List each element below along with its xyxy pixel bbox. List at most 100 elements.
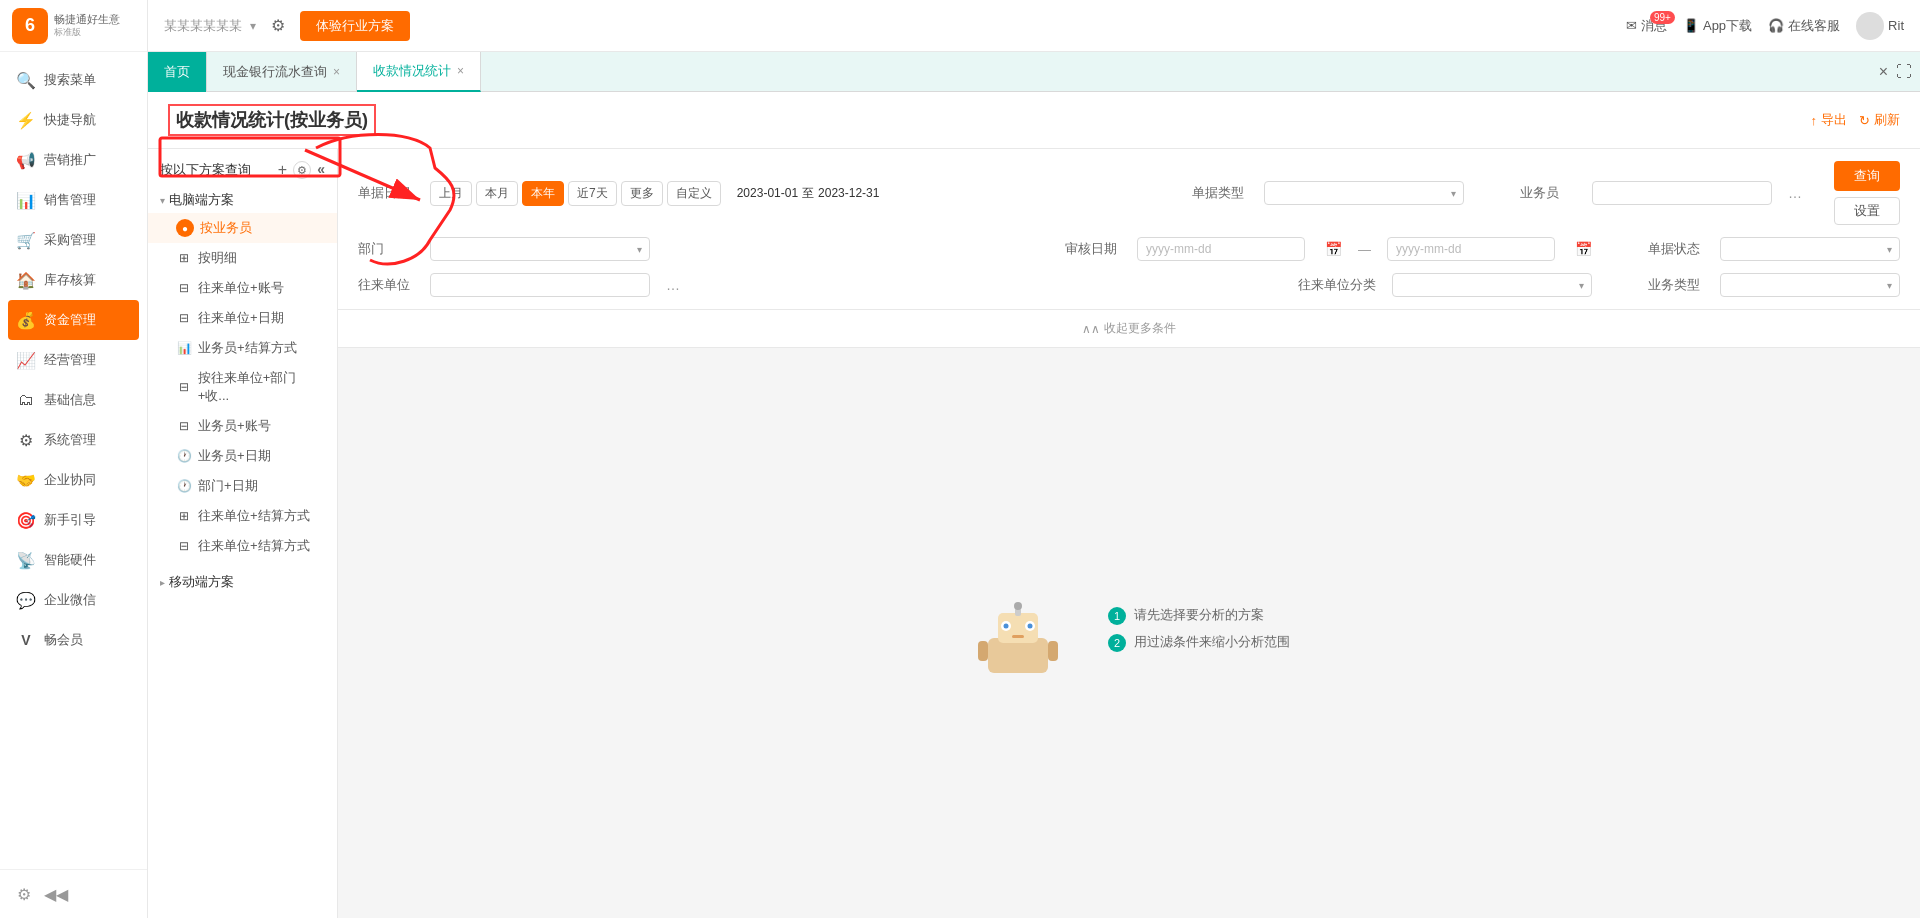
tab-close-all-icon[interactable]: × xyxy=(1879,63,1888,81)
tree-item-unit-date-label: 往来单位+日期 xyxy=(198,309,284,327)
sidebar-item-system[interactable]: ⚙ 系统管理 xyxy=(0,420,147,460)
date-btn-this-month[interactable]: 本月 xyxy=(476,181,518,206)
filter-row-1: 单据日期 上月 本月 本年 近7天 更多 自定义 2023-01-01 xyxy=(358,161,1900,225)
sidebar-item-newbie[interactable]: 🎯 新手引导 xyxy=(0,500,147,540)
logo-area: 6 畅捷通好生意 标准版 xyxy=(0,0,147,52)
tree-group-mobile: ▸ 移动端方案 xyxy=(148,569,337,595)
tab-maximize-icon[interactable]: ⛶ xyxy=(1896,63,1912,81)
collapse-sidebar-icon[interactable]: ◀◀ xyxy=(44,882,68,906)
sidebar-item-enterprise[interactable]: 🤝 企业协同 xyxy=(0,460,147,500)
scheme-settings-icon[interactable]: ⚙ xyxy=(293,161,311,179)
tab-home-label: 首页 xyxy=(164,63,190,81)
tree-item-salesman-account[interactable]: ⊟ 业务员+账号 xyxy=(148,411,337,441)
sidebar-item-label: 资金管理 xyxy=(44,311,96,329)
app-download-button[interactable]: 📱 App下载 xyxy=(1683,17,1752,35)
tree-item-salesman-date[interactable]: 🕐 业务员+日期 xyxy=(148,441,337,471)
settings-button[interactable]: 设置 xyxy=(1834,197,1900,225)
collapse-row[interactable]: ∧∧ 收起更多条件 xyxy=(338,310,1920,348)
date-btn-last-month[interactable]: 上月 xyxy=(430,181,472,206)
download-icon: 📱 xyxy=(1683,18,1699,33)
sidebar-item-funds[interactable]: 💰 资金管理 xyxy=(8,300,139,340)
tab-collection-stats-label: 收款情况统计 xyxy=(373,62,451,80)
sidebar-item-quick-nav[interactable]: ⚡ 快捷导航 xyxy=(0,100,147,140)
date-btn-more[interactable]: 更多 xyxy=(621,181,663,206)
tree-group-mobile-label[interactable]: ▸ 移动端方案 xyxy=(148,569,337,595)
tree-item-unit-dept[interactable]: ⊟ 按往来单位+部门+收... xyxy=(148,363,337,411)
tree-item-unit-settlement1[interactable]: ⊞ 往来单位+结算方式 xyxy=(148,501,337,531)
tree-item-unit-account[interactable]: ⊟ 往来单位+账号 xyxy=(148,273,337,303)
header-breadcrumb: 某某某某某某 xyxy=(164,17,242,35)
tab-bank-flow-close[interactable]: × xyxy=(333,65,340,79)
member-icon: V xyxy=(16,630,36,650)
sidebar-item-inventory[interactable]: 🏠 库存核算 xyxy=(0,260,147,300)
tree-group-desktop-label[interactable]: ▾ 电脑端方案 xyxy=(148,187,337,213)
top-header: 某某某某某某 ▾ ⚙ 体验行业方案 ✉ 消息 99+ 📱 App下载 🎧 在线客… xyxy=(148,0,1920,52)
sidebar-item-operation[interactable]: 📈 经营管理 xyxy=(0,340,147,380)
sidebar-item-enterprise-wechat[interactable]: 💬 企业微信 xyxy=(0,580,147,620)
salesman-input[interactable] xyxy=(1592,181,1772,205)
export-button[interactable]: ↑ 导出 xyxy=(1811,111,1848,129)
header-gear-icon[interactable]: ⚙ xyxy=(264,12,292,40)
tree-item-dept-date[interactable]: 🕐 部门+日期 xyxy=(148,471,337,501)
date-btn-last-7-days[interactable]: 近7天 xyxy=(568,181,617,206)
tree-item-by-detail[interactable]: ⊞ 按明细 xyxy=(148,243,337,273)
sidebar-item-label: 基础信息 xyxy=(44,391,96,409)
tab-home[interactable]: 首页 xyxy=(148,52,207,92)
sidebar-item-search-menu[interactable]: 🔍 搜索菜单 xyxy=(0,60,147,100)
unit-date-icon: ⊟ xyxy=(176,310,192,326)
message-icon: ✉ xyxy=(1626,18,1637,33)
sidebar-item-marketing[interactable]: 📢 营销推广 xyxy=(0,140,147,180)
date-btn-this-year[interactable]: 本年 xyxy=(522,181,564,206)
refresh-button[interactable]: ↻ 刷新 xyxy=(1859,111,1900,129)
sidebar-navigation: 🔍 搜索菜单 ⚡ 快捷导航 📢 营销推广 📊 销售管理 🛒 采购管理 🏠 xyxy=(0,52,147,869)
sidebar-item-sales[interactable]: 📊 销售管理 xyxy=(0,180,147,220)
date-end: 2023-12-31 xyxy=(818,186,879,200)
left-panel-header-actions: + ⚙ « xyxy=(278,161,325,179)
audit-date-start-calendar-icon[interactable]: 📅 xyxy=(1325,241,1342,257)
tree-item-salesman-payment[interactable]: 📊 业务员+结算方式 xyxy=(148,333,337,363)
tab-collection-stats-close[interactable]: × xyxy=(457,64,464,78)
date-btn-custom[interactable]: 自定义 xyxy=(667,181,721,206)
tab-collection-stats[interactable]: 收款情况统计 × xyxy=(357,52,481,92)
date-buttons-group: 上月 本月 本年 近7天 更多 自定义 xyxy=(430,181,721,206)
tree-item-unit-date[interactable]: ⊟ 往来单位+日期 xyxy=(148,303,337,333)
newbie-icon: 🎯 xyxy=(16,510,36,530)
status-select-wrapper: ▾ xyxy=(1720,237,1900,261)
audit-date-start-input[interactable] xyxy=(1137,237,1305,261)
tab-bank-flow[interactable]: 现金银行流水查询 × xyxy=(207,52,357,92)
query-button[interactable]: 查询 xyxy=(1834,161,1900,191)
sidebar-item-smart-hw[interactable]: 📡 智能硬件 xyxy=(0,540,147,580)
tree-item-by-salesman[interactable]: ● 按业务员 xyxy=(148,213,337,243)
settings-bottom-icon[interactable]: ⚙ xyxy=(12,882,36,906)
main-content: 某某某某某某 ▾ ⚙ 体验行业方案 ✉ 消息 99+ 📱 App下载 🎧 在线客… xyxy=(148,0,1920,918)
add-scheme-icon[interactable]: + xyxy=(278,161,287,179)
from-unit-category-select[interactable] xyxy=(1392,273,1592,297)
tree-item-unit-settlement2[interactable]: ⊟ 往来单位+结算方式 xyxy=(148,531,337,561)
expand-mobile-icon: ▸ xyxy=(160,577,165,588)
messages-button[interactable]: ✉ 消息 99+ xyxy=(1626,17,1667,35)
dept-select[interactable] xyxy=(430,237,650,261)
user-avatar-area[interactable]: Rit xyxy=(1856,12,1904,40)
sidebar-item-member[interactable]: V 畅会员 xyxy=(0,620,147,660)
trial-button[interactable]: 体验行业方案 xyxy=(300,11,410,41)
status-select[interactable] xyxy=(1720,237,1900,261)
online-service-label: 在线客服 xyxy=(1788,17,1840,35)
sidebar-item-purchase[interactable]: 🛒 采购管理 xyxy=(0,220,147,260)
audit-date-end-input[interactable] xyxy=(1387,237,1555,261)
online-service-button[interactable]: 🎧 在线客服 xyxy=(1768,17,1840,35)
sidebar-item-label: 库存核算 xyxy=(44,271,96,289)
business-type-select[interactable] xyxy=(1720,273,1900,297)
sidebar-bottom: ⚙ ◀◀ xyxy=(0,869,147,918)
collapse-panel-icon[interactable]: « xyxy=(317,161,325,179)
from-unit-more-icon[interactable]: … xyxy=(666,277,680,293)
from-unit-input[interactable] xyxy=(430,273,650,297)
sidebar-item-label: 新手引导 xyxy=(44,511,96,529)
salesman-more-icon[interactable]: … xyxy=(1788,185,1802,201)
sidebar-item-basic-info[interactable]: 🗂 基础信息 xyxy=(0,380,147,420)
header-left: 某某某某某某 ▾ ⚙ 体验行业方案 xyxy=(164,11,410,41)
header-dropdown-icon[interactable]: ▾ xyxy=(250,19,256,33)
type-select[interactable] xyxy=(1264,181,1464,205)
audit-date-end-calendar-icon[interactable]: 📅 xyxy=(1575,241,1592,257)
page-header-actions: ↑ 导出 ↻ 刷新 xyxy=(1811,111,1901,129)
page-title: 收款情况统计(按业务员) xyxy=(168,104,376,136)
